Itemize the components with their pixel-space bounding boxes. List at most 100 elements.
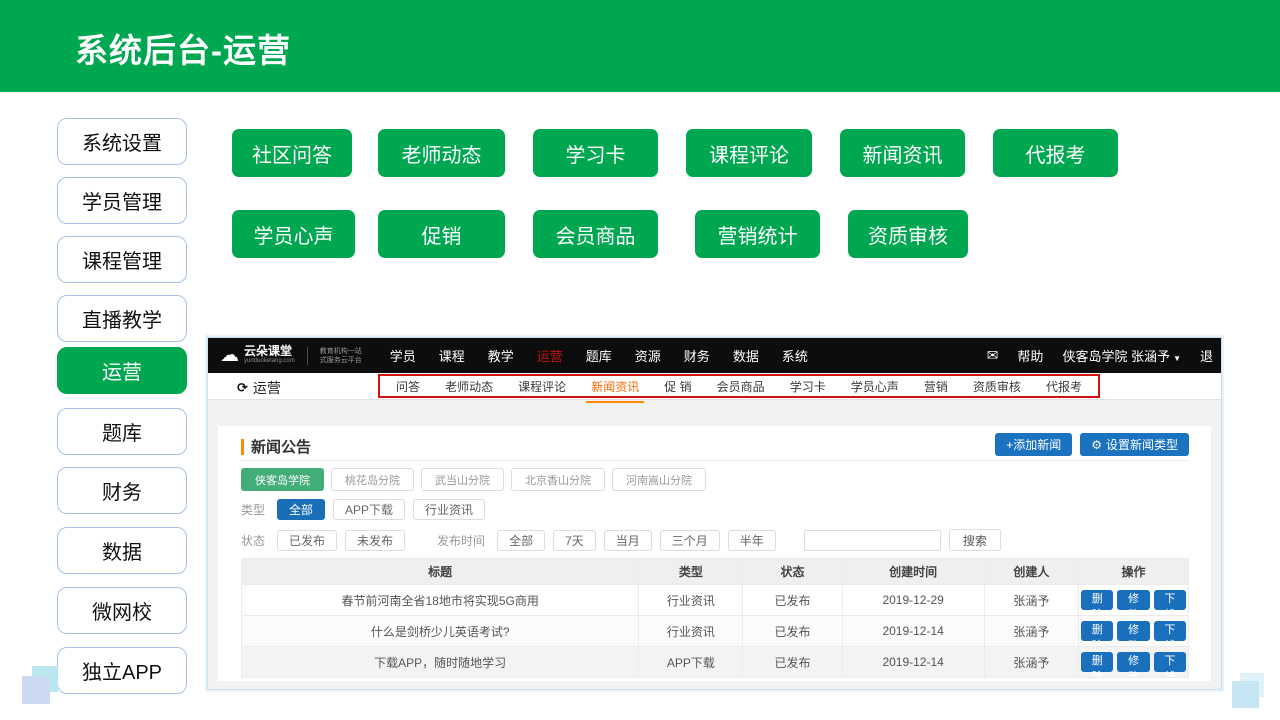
table-row: 春节前河南全省18地市将实现5G商用 行业资讯 已发布 2019-12-29 张… — [242, 585, 1188, 616]
branch-xiakedao[interactable]: 侠客岛学院 — [241, 468, 324, 491]
sidebar-item-finance[interactable]: 财务 — [57, 467, 187, 514]
type-all[interactable]: 全部 — [277, 499, 325, 520]
tab-news[interactable]: 新闻资讯 — [591, 378, 639, 395]
search-button[interactable]: 搜索 — [949, 529, 1001, 551]
add-news-button[interactable]: +添加新闻 — [995, 433, 1072, 456]
offline-button[interactable]: 下线 — [1154, 652, 1186, 672]
branch-songshan[interactable]: 河南嵩山分院 — [612, 468, 706, 491]
branch-filter: 侠客岛学院 桃花岛分院 武当山分院 北京香山分院 河南嵩山分院 — [241, 468, 706, 491]
tab-course-comments[interactable]: 课程评论 — [518, 378, 566, 395]
feature-button-community-qa[interactable]: 社区问答 — [232, 129, 352, 177]
sidebar-item-live-teaching[interactable]: 直播教学 — [57, 295, 187, 342]
sidebar-item-operations[interactable]: 运营 — [57, 347, 187, 394]
status-filter-row: 状态 已发布 未发布 发布时间 全部 7天 当月 三个月 半年 搜索 — [241, 529, 1001, 551]
help-link[interactable]: 帮助 — [1017, 346, 1043, 365]
publish-time-label: 发布时间 — [437, 532, 485, 549]
status-published[interactable]: 已发布 — [277, 530, 337, 551]
admin-nav-menu: 学员 课程 教学 运营 题库 资源 财务 数据 系统 — [390, 346, 808, 365]
sidebar-item-data[interactable]: 数据 — [57, 527, 187, 574]
sidebar-item-student-management[interactable]: 学员管理 — [57, 177, 187, 224]
sidebar-item-question-bank[interactable]: 题库 — [57, 408, 187, 455]
branch-xiangshan[interactable]: 北京香山分院 — [511, 468, 605, 491]
nav-item-system[interactable]: 系统 — [782, 346, 808, 365]
col-creator: 创建人 — [985, 559, 1080, 584]
tab-student-voice[interactable]: 学员心声 — [851, 378, 899, 395]
feature-button-teacher-updates[interactable]: 老师动态 — [378, 129, 505, 177]
branch-taohuadao[interactable]: 桃花岛分院 — [331, 468, 414, 491]
type-filter-row: 类型 全部 APP下载 行业资讯 — [241, 499, 485, 520]
sidebar-item-standalone-app[interactable]: 独立APP — [57, 647, 187, 694]
page-title: 系统后台-运营 — [75, 24, 291, 72]
status-unpublished[interactable]: 未发布 — [345, 530, 405, 551]
search-input[interactable] — [804, 530, 941, 551]
brand-logo: ☁ 云朵课堂 yunduoketang.com 教育机构一站 式服务云平台 — [220, 346, 362, 366]
nav-item-data[interactable]: 数据 — [733, 346, 759, 365]
nav-item-question-bank[interactable]: 题库 — [586, 346, 612, 365]
feature-button-qualification-review[interactable]: 资质审核 — [848, 210, 968, 258]
sidebar-item-system-settings[interactable]: 系统设置 — [57, 118, 187, 165]
tab-exam-registration[interactable]: 代报考 — [1046, 378, 1082, 395]
news-title: 下载APP，随时随地学习 — [242, 647, 639, 677]
feature-button-promotion[interactable]: 促销 — [378, 210, 505, 258]
feature-button-exam-registration[interactable]: 代报考 — [993, 129, 1118, 177]
news-panel: 新闻公告 +添加新闻 ⚙设置新闻类型 侠客岛学院 桃花岛分院 武当山分院 北京香… — [218, 426, 1211, 681]
offline-button[interactable]: 下线 — [1154, 590, 1186, 610]
brand-name: 云朵课堂 — [244, 346, 295, 356]
tab-qualification-review[interactable]: 资质审核 — [973, 378, 1021, 395]
set-news-type-button[interactable]: ⚙设置新闻类型 — [1080, 433, 1189, 456]
news-type: 行业资讯 — [639, 585, 743, 615]
feature-button-study-card[interactable]: 学习卡 — [533, 129, 658, 177]
nav-item-teaching[interactable]: 教学 — [488, 346, 514, 365]
brand-url: yunduoketang.com — [244, 356, 295, 366]
sidebar-item-course-management[interactable]: 课程管理 — [57, 236, 187, 283]
delete-button[interactable]: 删除 — [1081, 621, 1113, 641]
nav-item-finance[interactable]: 财务 — [684, 346, 710, 365]
tab-qa[interactable]: 问答 — [396, 378, 420, 395]
edit-button[interactable]: 修改 — [1117, 590, 1149, 610]
type-app-download[interactable]: APP下载 — [333, 499, 405, 520]
news-status: 已发布 — [743, 647, 842, 677]
nav-item-students[interactable]: 学员 — [390, 346, 416, 365]
feature-button-marketing-stats[interactable]: 营销统计 — [695, 210, 820, 258]
section-actions: +添加新闻 ⚙设置新闻类型 — [995, 433, 1189, 456]
mail-icon[interactable]: ✉ — [987, 347, 999, 364]
section-header: 新闻公告 — [241, 436, 311, 457]
tab-study-card[interactable]: 学习卡 — [790, 378, 826, 395]
table-row: 下载APP，随时随地学习 APP下载 已发布 2019-12-14 张涵予 删除… — [242, 647, 1188, 677]
tab-member-products[interactable]: 会员商品 — [717, 378, 765, 395]
time-this-month[interactable]: 当月 — [604, 530, 652, 551]
nav-item-operations[interactable]: 运营 — [537, 346, 563, 365]
col-created: 创建时间 — [843, 559, 985, 584]
delete-button[interactable]: 删除 — [1081, 652, 1113, 672]
tab-promotion[interactable]: 促 销 — [664, 378, 691, 395]
feature-button-member-products[interactable]: 会员商品 — [533, 210, 658, 258]
delete-button[interactable]: 删除 — [1081, 590, 1113, 610]
account-menu[interactable]: 侠客岛学院 张涵予▼ — [1062, 346, 1181, 365]
nav-item-courses[interactable]: 课程 — [439, 346, 465, 365]
branch-wudangshan[interactable]: 武当山分院 — [421, 468, 504, 491]
subnav-tabs-highlight-box: 问答 老师动态 课程评论 新闻资讯 促 销 会员商品 学习卡 学员心声 营销 资… — [378, 374, 1100, 398]
time-7days[interactable]: 7天 — [553, 530, 596, 551]
time-half-year[interactable]: 半年 — [728, 530, 776, 551]
news-creator: 张涵予 — [985, 585, 1080, 615]
type-industry-news[interactable]: 行业资讯 — [413, 499, 485, 520]
news-creator: 张涵予 — [985, 647, 1080, 677]
news-table: 标题 类型 状态 创建时间 创建人 操作 春节前河南全省18地市将实现5G商用 … — [241, 558, 1189, 678]
admin-screenshot: ☁ 云朵课堂 yunduoketang.com 教育机构一站 式服务云平台 学员… — [207, 337, 1222, 690]
operations-icon: ⟳ — [237, 380, 248, 396]
feature-button-news[interactable]: 新闻资讯 — [840, 129, 965, 177]
tab-marketing[interactable]: 营销 — [924, 378, 948, 395]
time-all[interactable]: 全部 — [497, 530, 545, 551]
offline-button[interactable]: 下线 — [1154, 621, 1186, 641]
status-label: 状态 — [241, 532, 265, 549]
edit-button[interactable]: 修改 — [1117, 621, 1149, 641]
edit-button[interactable]: 修改 — [1117, 652, 1149, 672]
tab-teacher-updates[interactable]: 老师动态 — [445, 378, 493, 395]
nav-item-resources[interactable]: 资源 — [635, 346, 661, 365]
feature-button-student-voice[interactable]: 学员心声 — [232, 210, 355, 258]
logout-link[interactable]: 退 — [1200, 346, 1213, 365]
time-3-months[interactable]: 三个月 — [660, 530, 720, 551]
news-type: APP下载 — [639, 647, 743, 677]
sidebar-item-micro-school[interactable]: 微网校 — [57, 587, 187, 634]
feature-button-course-comments[interactable]: 课程评论 — [686, 129, 812, 177]
